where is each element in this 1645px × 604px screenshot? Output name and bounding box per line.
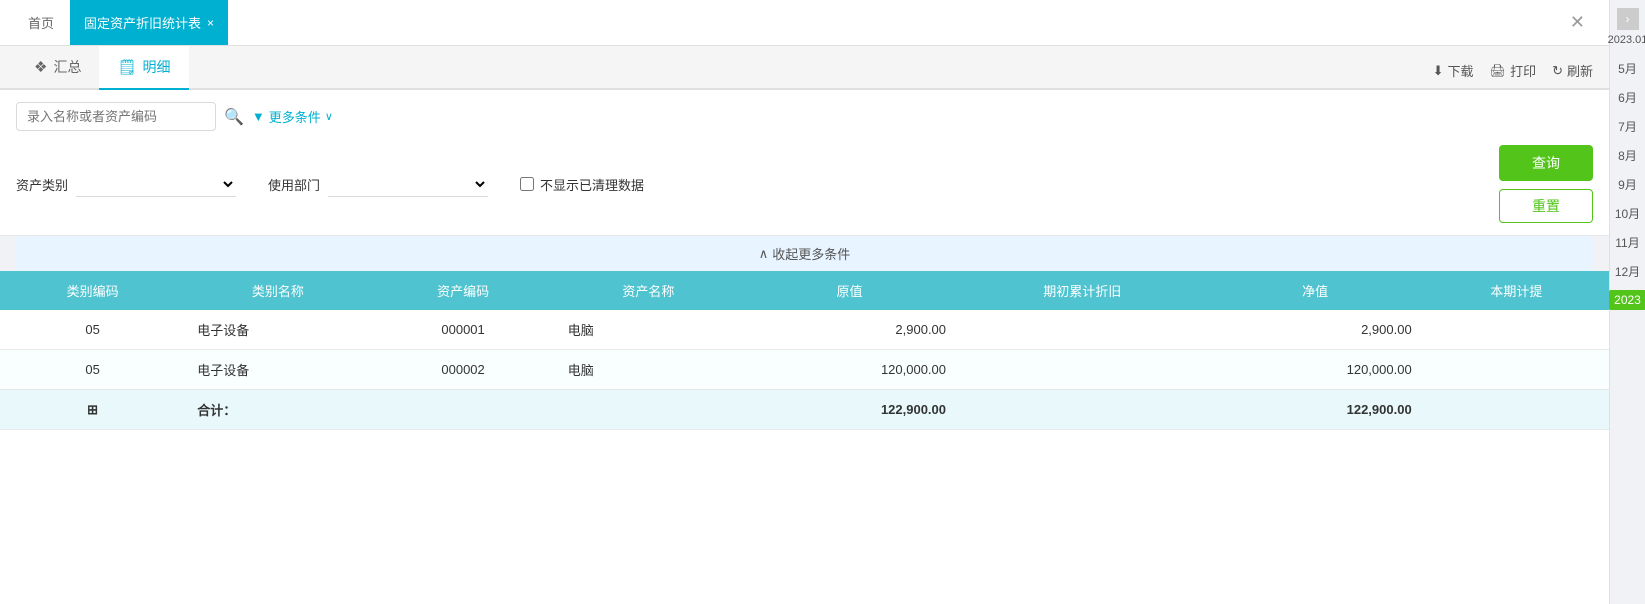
cell-category-name: 电子设备: [185, 350, 370, 390]
cell-asset-code: 000001: [370, 310, 555, 350]
print-label: 打印: [1510, 61, 1536, 80]
query-button[interactable]: 查询: [1499, 145, 1593, 181]
col-category-name: 类别名称: [185, 271, 370, 310]
asset-category-label: 资产类别: [16, 175, 68, 194]
month-item[interactable]: 12月: [1610, 257, 1645, 286]
cell-current-provision: [1424, 350, 1609, 390]
cell-category-name: 电子设备: [185, 310, 370, 350]
asset-category-select[interactable]: [76, 171, 236, 197]
more-filter-label: 更多条件: [269, 107, 321, 126]
nav-active-tab[interactable]: 固定资产折旧统计表 ×: [70, 0, 228, 45]
col-category-code: 类别编码: [0, 271, 185, 310]
nav-home[interactable]: 首页: [16, 0, 66, 45]
cell-category-code: 05: [0, 310, 185, 350]
print-icon: 🖨: [1490, 63, 1507, 79]
chevron-down-icon: ∨: [325, 110, 333, 123]
search-icon[interactable]: 🔍: [224, 107, 244, 127]
month-item[interactable]: 9月: [1610, 170, 1645, 199]
cell-category-code: 05: [0, 350, 185, 390]
cell-asset-name: 电脑: [556, 310, 741, 350]
month-item[interactable]: 6月: [1610, 83, 1645, 112]
refresh-button[interactable]: ↻ 刷新: [1552, 61, 1593, 80]
sidebar-nav-arrow[interactable]: ›: [1617, 8, 1639, 30]
month-list: 5月6月7月8月9月10月11月12月: [1610, 54, 1645, 286]
department-select[interactable]: [328, 171, 488, 197]
filter-icon: ▼: [252, 109, 265, 124]
col-net-value: 净值: [1207, 271, 1424, 310]
cell-net-value: 2,900.00: [1207, 310, 1424, 350]
window-close-button[interactable]: ✕: [1562, 12, 1593, 33]
nav-tab-label: 固定资产折旧统计表: [84, 13, 201, 32]
cell-accumulated-depreciation: [958, 310, 1207, 350]
total-row: ⊞ 合计： 122,900.00 122,900.00: [0, 390, 1609, 430]
more-filter-button[interactable]: ▼ 更多条件 ∨: [252, 107, 333, 126]
col-accumulated-depreciation: 期初累计折旧: [958, 271, 1207, 310]
total-accumulated-depreciation: [958, 390, 1207, 430]
asset-category-field: 资产类别: [16, 171, 236, 197]
cell-asset-code: 000002: [370, 350, 555, 390]
cell-current-provision: [1424, 310, 1609, 350]
collapse-icon: ∧: [759, 246, 769, 262]
date-label: 2023.01: [1606, 30, 1645, 50]
col-current-provision: 本期计提: [1424, 271, 1609, 310]
summary-icon: ❖: [34, 58, 47, 76]
month-item[interactable]: 11月: [1610, 228, 1645, 257]
col-asset-code: 资产编码: [370, 271, 555, 310]
collapse-filters-button[interactable]: ∧ 收起更多条件: [16, 236, 1593, 271]
table-row[interactable]: 05 电子设备 000001 电脑 2,900.00 2,900.00: [0, 310, 1609, 350]
data-table: 类别编码 类别名称 资产编码 资产名称 原值 期初累计折旧 净值 本期计提 05…: [0, 271, 1609, 604]
print-button[interactable]: 🖨 打印: [1490, 61, 1537, 80]
nav-tab-close[interactable]: ×: [207, 16, 214, 30]
hide-cleared-label: 不显示已清理数据: [540, 175, 644, 194]
right-sidebar: › 2023.01 5月6月7月8月9月10月11月12月 2023: [1609, 0, 1645, 604]
total-icon-cell: ⊞: [0, 390, 185, 430]
tab-detail-label: 明细: [143, 57, 171, 77]
department-field: 使用部门: [268, 171, 488, 197]
tab-detail[interactable]: 🗒 明细: [99, 46, 188, 90]
total-net-value: 122,900.00: [1207, 390, 1424, 430]
cell-original-value: 120,000.00: [741, 350, 958, 390]
col-original-value: 原值: [741, 271, 958, 310]
total-current-provision: [1424, 390, 1609, 430]
department-label: 使用部门: [268, 175, 320, 194]
month-item[interactable]: 10月: [1610, 199, 1645, 228]
cell-original-value: 2,900.00: [741, 310, 958, 350]
hide-cleared-group: 不显示已清理数据: [520, 175, 644, 194]
year-badge[interactable]: 2023: [1609, 290, 1645, 310]
col-asset-name: 资产名称: [556, 271, 741, 310]
total-original-value: 122,900.00: [741, 390, 958, 430]
download-icon: ⬇: [1433, 63, 1444, 79]
search-input[interactable]: [16, 102, 216, 131]
detail-icon: 🗒: [117, 58, 136, 76]
total-label: 合计：: [185, 390, 555, 430]
month-item[interactable]: 5月: [1610, 54, 1645, 83]
table-row[interactable]: 05 电子设备 000002 电脑 120,000.00 120,000.00: [0, 350, 1609, 390]
tab-summary[interactable]: ❖ 汇总: [16, 46, 99, 90]
download-label: 下载: [1448, 61, 1474, 80]
month-item[interactable]: 7月: [1610, 112, 1645, 141]
hide-cleared-checkbox[interactable]: [520, 177, 534, 191]
month-item[interactable]: 8月: [1610, 141, 1645, 170]
total-asset-name: [556, 390, 741, 430]
collapse-label: 收起更多条件: [772, 244, 850, 263]
cell-asset-name: 电脑: [556, 350, 741, 390]
refresh-icon: ↻: [1552, 63, 1563, 79]
download-button[interactable]: ⬇ 下载: [1433, 61, 1474, 80]
tab-summary-label: 汇总: [53, 57, 81, 77]
reset-button[interactable]: 重置: [1499, 189, 1593, 223]
refresh-label: 刷新: [1567, 61, 1593, 80]
cell-accumulated-depreciation: [958, 350, 1207, 390]
cell-net-value: 120,000.00: [1207, 350, 1424, 390]
